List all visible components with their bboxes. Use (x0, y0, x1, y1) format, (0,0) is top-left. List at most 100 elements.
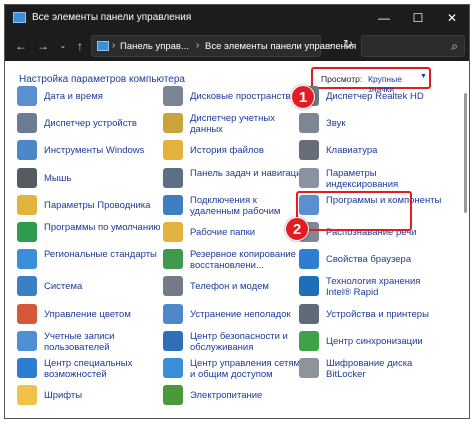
control-panel-item-label: Центр управления сетями и общим доступом (190, 358, 306, 380)
credential-manager-icon (163, 113, 183, 134)
control-panel-item-label: Панель задач и навигация (190, 167, 307, 179)
control-panel-item-label: Дата и время (44, 91, 103, 102)
control-panel-item[interactable]: Дисковые пространства (163, 85, 308, 113)
control-panel-item[interactable]: Устройства и принтеры (299, 303, 444, 331)
address-bar[interactable]: › Панель управ... › Все элементы панели … (91, 35, 356, 57)
highlight-box (296, 191, 412, 231)
up-arrow-icon[interactable]: ↑ (72, 38, 88, 54)
control-panel-item[interactable]: Параметры Проводника (17, 194, 162, 222)
control-panel-item-label: Шифрование диска BitLocker (326, 358, 413, 380)
security-maintenance-icon (163, 330, 183, 351)
control-panel-item[interactable]: Центр управления сетями и общим доступом (163, 357, 308, 385)
control-panel-item-label: Свойства браузера (326, 254, 412, 266)
phone-modem-icon (163, 276, 183, 297)
windows-tools-icon (17, 140, 37, 161)
color-management-icon (17, 303, 37, 324)
troubleshooting-icon (163, 303, 183, 324)
control-panel-item[interactable]: Устранение неполадок (163, 303, 308, 331)
address-dropdown-icon[interactable]: ⌄ (327, 39, 334, 48)
control-panel-item[interactable]: Шифрование диска BitLocker (299, 357, 444, 385)
chevron-down-icon[interactable]: ▼ (420, 73, 427, 80)
control-panel-item[interactable]: Система (17, 275, 162, 303)
control-panel-item[interactable]: Региональные стандарты (17, 248, 162, 276)
minimize-button[interactable]: — (367, 5, 401, 31)
control-panel-item-label: Параметры индексирования (326, 167, 399, 190)
user-accounts-icon (17, 330, 37, 351)
view-by-label: Просмотр: (321, 74, 363, 84)
control-panel-item[interactable]: Шрифты (17, 384, 162, 412)
control-panel-item-label: Шрифты (44, 390, 83, 402)
control-panel-item-label: Региональные стандарты (44, 249, 157, 261)
control-panel-item[interactable]: Учетные записи пользователей (17, 330, 162, 358)
maximize-button[interactable]: ☐ (401, 5, 435, 31)
control-panel-item-label: Диспетчер Realtek HD (326, 91, 424, 102)
control-panel-item[interactable]: Диспетчер учетных данных (163, 112, 308, 140)
step-marker-1: 1 (291, 85, 315, 109)
folder-options-icon (17, 194, 37, 215)
control-panel-item[interactable]: Электропитание (163, 384, 308, 412)
sound-icon (299, 113, 319, 134)
mouse-icon (17, 167, 37, 188)
control-panel-item-label: Мышь (44, 172, 72, 184)
title-bar: Все элементы панели управления — ☐ ✕ (5, 5, 469, 31)
control-panel-item-label: Звук (326, 118, 346, 130)
control-panel-item[interactable]: Телефон и модем (163, 275, 308, 303)
sync-center-icon (299, 330, 319, 351)
control-panel-item[interactable]: Резервное копирование и восстановлени... (163, 248, 308, 276)
storage-spaces-icon (163, 86, 183, 106)
control-panel-item[interactable]: Центр специальных возможностей (17, 357, 162, 385)
intel-rst-icon (299, 276, 319, 297)
control-panel-item[interactable]: История файлов (163, 139, 308, 167)
control-panel-item[interactable]: Центр безопасности и обслуживания (163, 330, 308, 358)
control-panel-item-label: История файлов (190, 145, 264, 157)
close-button[interactable]: ✕ (435, 5, 469, 31)
control-panel-item[interactable]: Технология хранения Intel® Rapid (299, 275, 444, 303)
bitlocker-icon (299, 358, 319, 378)
control-panel-item[interactable]: Инструменты Windows (17, 139, 162, 167)
fonts-icon (17, 385, 37, 406)
scrollbar[interactable] (464, 93, 467, 213)
control-panel-item[interactable]: Звук (299, 112, 444, 140)
control-panel-item[interactable]: Клавиатура (299, 139, 444, 167)
internet-options-icon (299, 249, 319, 270)
navigation-bar: ← → ⌄ ↑ › Панель управ... › Все элементы… (5, 31, 469, 61)
control-panel-item[interactable]: Диспетчер Realtek HD (299, 85, 444, 113)
control-panel-item-label: Центр специальных возможностей (44, 358, 133, 380)
step-marker-2: 2 (285, 217, 309, 241)
control-panel-item-label: Клавиатура (326, 145, 378, 157)
control-panel-item-label: Электропитание (190, 390, 263, 402)
control-panel-item[interactable]: Дата и время (17, 85, 162, 113)
control-panel-item[interactable]: Диспетчер устройств (17, 112, 162, 140)
control-panel-item-label: Подключения к удаленным рабочим (190, 194, 281, 217)
control-panel-item-label: Программы по умолчанию (44, 222, 161, 233)
control-panel-item[interactable]: Подключения к удаленным рабочим (163, 194, 308, 222)
control-panel-icon (97, 41, 109, 51)
control-panel-item-label: Параметры Проводника (44, 199, 151, 211)
devices-printers-icon (299, 303, 319, 324)
control-panel-item[interactable]: Программы по умолчанию (17, 221, 162, 249)
network-center-icon (163, 358, 183, 378)
search-icon: ⌕ (451, 39, 458, 53)
control-panel-item-label: Диспетчер устройств (44, 118, 137, 130)
device-manager-icon (17, 113, 37, 134)
control-panel-item-label: Центр синхронизации (326, 335, 423, 347)
indexing-icon (299, 167, 319, 188)
work-folders-icon (163, 222, 183, 242)
back-arrow-icon[interactable]: ← (13, 38, 29, 54)
control-panel-window: Все элементы панели управления — ☐ ✕ ← →… (4, 4, 470, 419)
system-icon (17, 276, 37, 297)
control-panel-item[interactable]: Мышь (17, 167, 162, 195)
recent-locations-icon[interactable]: ⌄ (55, 38, 71, 54)
breadcrumb-separator-icon: › (196, 40, 200, 51)
control-panel-item[interactable]: Панель задач и навигация (163, 167, 308, 195)
search-input[interactable]: ⌕ (361, 35, 465, 57)
refresh-icon[interactable]: ↻ (343, 37, 353, 51)
power-options-icon (163, 385, 183, 406)
window-title: Все элементы панели управления (32, 12, 192, 23)
control-panel-item[interactable]: Управление цветом (17, 303, 162, 331)
ease-of-access-icon (17, 358, 37, 378)
breadcrumb-control-panel[interactable]: Панель управ... (120, 41, 189, 52)
control-panel-item[interactable]: Свойства браузера (299, 248, 444, 276)
control-panel-item[interactable]: Центр синхронизации (299, 330, 444, 358)
forward-arrow-icon[interactable]: → (35, 38, 51, 54)
